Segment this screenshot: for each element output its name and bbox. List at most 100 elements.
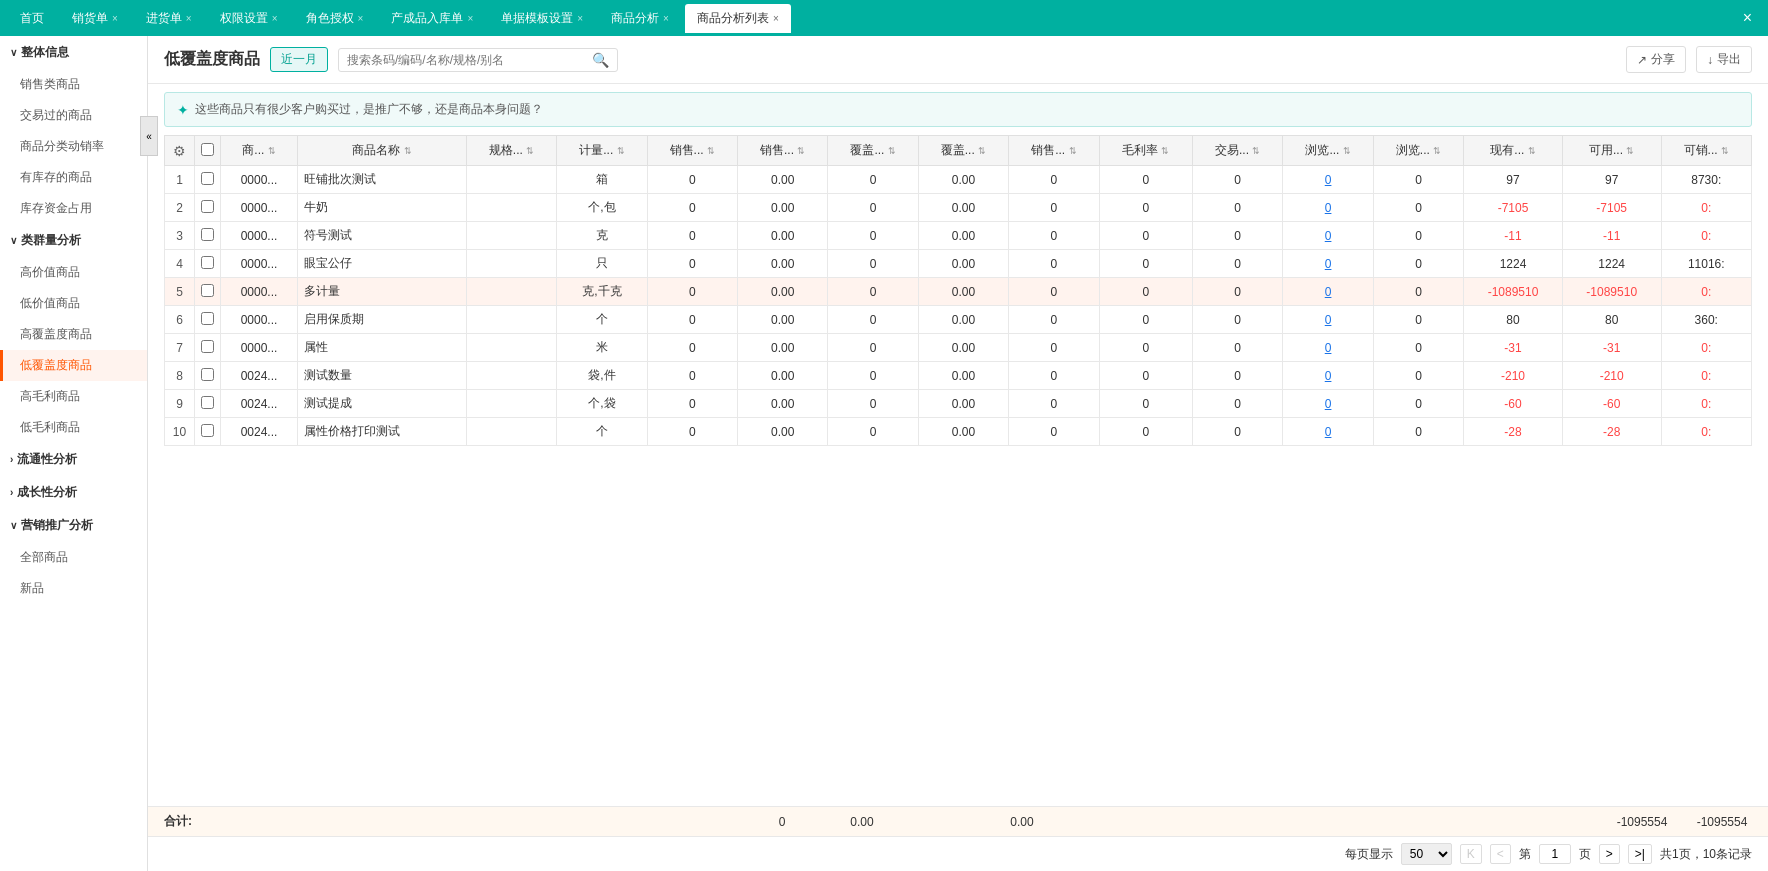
table-row: 9 0024... 测试提成 个,袋 0 0.00 0 0.00 0 0 0 0…: [165, 390, 1752, 418]
row-checkbox[interactable]: [201, 368, 214, 381]
row-gross-rate: 0: [1099, 250, 1192, 278]
browse-link[interactable]: 0: [1325, 229, 1332, 243]
col-available[interactable]: 可用... ⇅: [1562, 136, 1661, 166]
sidebar-collapse-button[interactable]: «: [140, 116, 158, 156]
sidebar-item-sales-products[interactable]: 销售类商品: [0, 69, 147, 100]
section-overall-label: 整体信息: [21, 44, 69, 61]
nav-product-storage[interactable]: 产成品入库单 ×: [379, 4, 485, 33]
col-sales1-label: 销售...: [670, 143, 704, 157]
row-available: 80: [1562, 306, 1661, 334]
export-button[interactable]: ↓ 导出: [1696, 46, 1752, 73]
row-checkbox[interactable]: [201, 424, 214, 437]
next-page-button[interactable]: >: [1599, 844, 1620, 864]
browse-link[interactable]: 0: [1325, 369, 1332, 383]
nav-product-analysis[interactable]: 商品分析 ×: [599, 4, 681, 33]
col-sales3[interactable]: 销售... ⇅: [1009, 136, 1099, 166]
sidebar-item-stock-fund[interactable]: 库存资金占用: [0, 193, 147, 224]
sidebar-item-category-rate[interactable]: 商品分类动销率: [0, 131, 147, 162]
table-footer: 合计: 0 0.00 0.00 -1095554 -1095554: [148, 806, 1768, 836]
nav-permission-close-icon[interactable]: ×: [272, 13, 278, 24]
nav-sales-order[interactable]: 销货单 ×: [60, 4, 130, 33]
search-icon[interactable]: 🔍: [592, 52, 609, 68]
col-cover1[interactable]: 覆盖... ⇅: [828, 136, 918, 166]
nav-analysis-list-close-icon[interactable]: ×: [773, 13, 779, 24]
sidebar-item-high-coverage[interactable]: 高覆盖度商品: [0, 319, 147, 350]
col-code[interactable]: 商... ⇅: [221, 136, 298, 166]
sidebar-item-traded-products[interactable]: 交易过的商品: [0, 100, 147, 131]
sidebar-item-new-products[interactable]: 新品: [0, 573, 147, 604]
browse-link[interactable]: 0: [1325, 257, 1332, 271]
col-browse1[interactable]: 浏览... ⇅: [1283, 136, 1373, 166]
sidebar-section-growth[interactable]: › 成长性分析: [0, 476, 147, 509]
row-checkbox[interactable]: [201, 340, 214, 353]
col-sales2[interactable]: 销售... ⇅: [737, 136, 827, 166]
gear-icon[interactable]: ⚙: [173, 143, 186, 159]
browse-link[interactable]: 0: [1325, 285, 1332, 299]
col-saleable[interactable]: 可销... ⇅: [1661, 136, 1751, 166]
col-name[interactable]: 商品名称 ⇅: [297, 136, 466, 166]
col-browse2[interactable]: 浏览... ⇅: [1373, 136, 1463, 166]
sidebar-item-high-value[interactable]: 高价值商品: [0, 257, 147, 288]
col-spec[interactable]: 规格... ⇅: [466, 136, 556, 166]
sidebar-section-group[interactable]: ∨ 类群量分析: [0, 224, 147, 257]
filter-recent-month-button[interactable]: 近一月: [270, 47, 328, 72]
browse-link[interactable]: 0: [1325, 341, 1332, 355]
last-page-button[interactable]: >|: [1628, 844, 1652, 864]
first-page-button[interactable]: K: [1460, 844, 1482, 864]
row-num: 4: [165, 250, 195, 278]
row-checkbox[interactable]: [201, 284, 214, 297]
share-button[interactable]: ↗ 分享: [1626, 46, 1686, 73]
nav-role-close-icon[interactable]: ×: [358, 13, 364, 24]
nav-template[interactable]: 单据模板设置 ×: [489, 4, 595, 33]
nav-product-analysis-list[interactable]: 商品分析列表 ×: [685, 4, 791, 33]
row-gross-rate: 0: [1099, 390, 1192, 418]
footer-sales1: 0: [752, 815, 812, 829]
col-cover2[interactable]: 覆盖... ⇅: [918, 136, 1008, 166]
page-number-input[interactable]: [1539, 844, 1571, 864]
row-cover2: 0.00: [918, 250, 1008, 278]
col-current[interactable]: 现有... ⇅: [1464, 136, 1563, 166]
row-browse1: 0: [1283, 194, 1373, 222]
row-checkbox[interactable]: [201, 172, 214, 185]
sidebar-item-low-margin[interactable]: 低毛利商品: [0, 412, 147, 443]
row-checkbox[interactable]: [201, 312, 214, 325]
sidebar-section-marketing[interactable]: ∨ 营销推广分析: [0, 509, 147, 542]
nav-purchase-close-icon[interactable]: ×: [186, 13, 192, 24]
prev-page-button[interactable]: <: [1490, 844, 1511, 864]
col-cover2-label: 覆盖...: [941, 143, 975, 157]
nav-permission[interactable]: 权限设置 ×: [208, 4, 290, 33]
sidebar-item-in-stock[interactable]: 有库存的商品: [0, 162, 147, 193]
nav-home[interactable]: 首页: [8, 4, 56, 33]
browse-link[interactable]: 0: [1325, 313, 1332, 327]
nav-purchase-order[interactable]: 进货单 ×: [134, 4, 204, 33]
browse-link[interactable]: 0: [1325, 201, 1332, 215]
nav-analysis-close-icon[interactable]: ×: [663, 13, 669, 24]
sidebar-item-low-coverage[interactable]: 低覆盖度商品: [0, 350, 147, 381]
nav-role-auth[interactable]: 角色授权 ×: [294, 4, 376, 33]
search-input[interactable]: [347, 53, 586, 67]
col-unit[interactable]: 计量... ⇅: [557, 136, 647, 166]
row-checkbox[interactable]: [201, 256, 214, 269]
sidebar-item-all-products[interactable]: 全部商品: [0, 542, 147, 573]
sidebar-item-high-margin[interactable]: 高毛利商品: [0, 381, 147, 412]
select-all-checkbox[interactable]: [201, 143, 214, 156]
row-code: 0000...: [221, 334, 298, 362]
row-checkbox[interactable]: [201, 200, 214, 213]
window-close-button[interactable]: ×: [1735, 5, 1760, 31]
sidebar-item-low-value[interactable]: 低价值商品: [0, 288, 147, 319]
col-trade[interactable]: 交易... ⇅: [1193, 136, 1283, 166]
browse-link[interactable]: 0: [1325, 425, 1332, 439]
col-gross-rate[interactable]: 毛利率 ⇅: [1099, 136, 1192, 166]
nav-product-close-icon[interactable]: ×: [467, 13, 473, 24]
sidebar-section-flow[interactable]: › 流通性分析: [0, 443, 147, 476]
browse-link[interactable]: 0: [1325, 397, 1332, 411]
sidebar-section-overall[interactable]: ∨ 整体信息: [0, 36, 147, 69]
row-checkbox[interactable]: [201, 228, 214, 241]
nav-template-close-icon[interactable]: ×: [577, 13, 583, 24]
page-size-select[interactable]: 50 100 200: [1401, 843, 1452, 865]
browse-link[interactable]: 0: [1325, 173, 1332, 187]
col-sales1[interactable]: 销售... ⇅: [647, 136, 737, 166]
row-checkbox[interactable]: [201, 396, 214, 409]
col-gear[interactable]: ⚙: [165, 136, 195, 166]
nav-sales-close-icon[interactable]: ×: [112, 13, 118, 24]
